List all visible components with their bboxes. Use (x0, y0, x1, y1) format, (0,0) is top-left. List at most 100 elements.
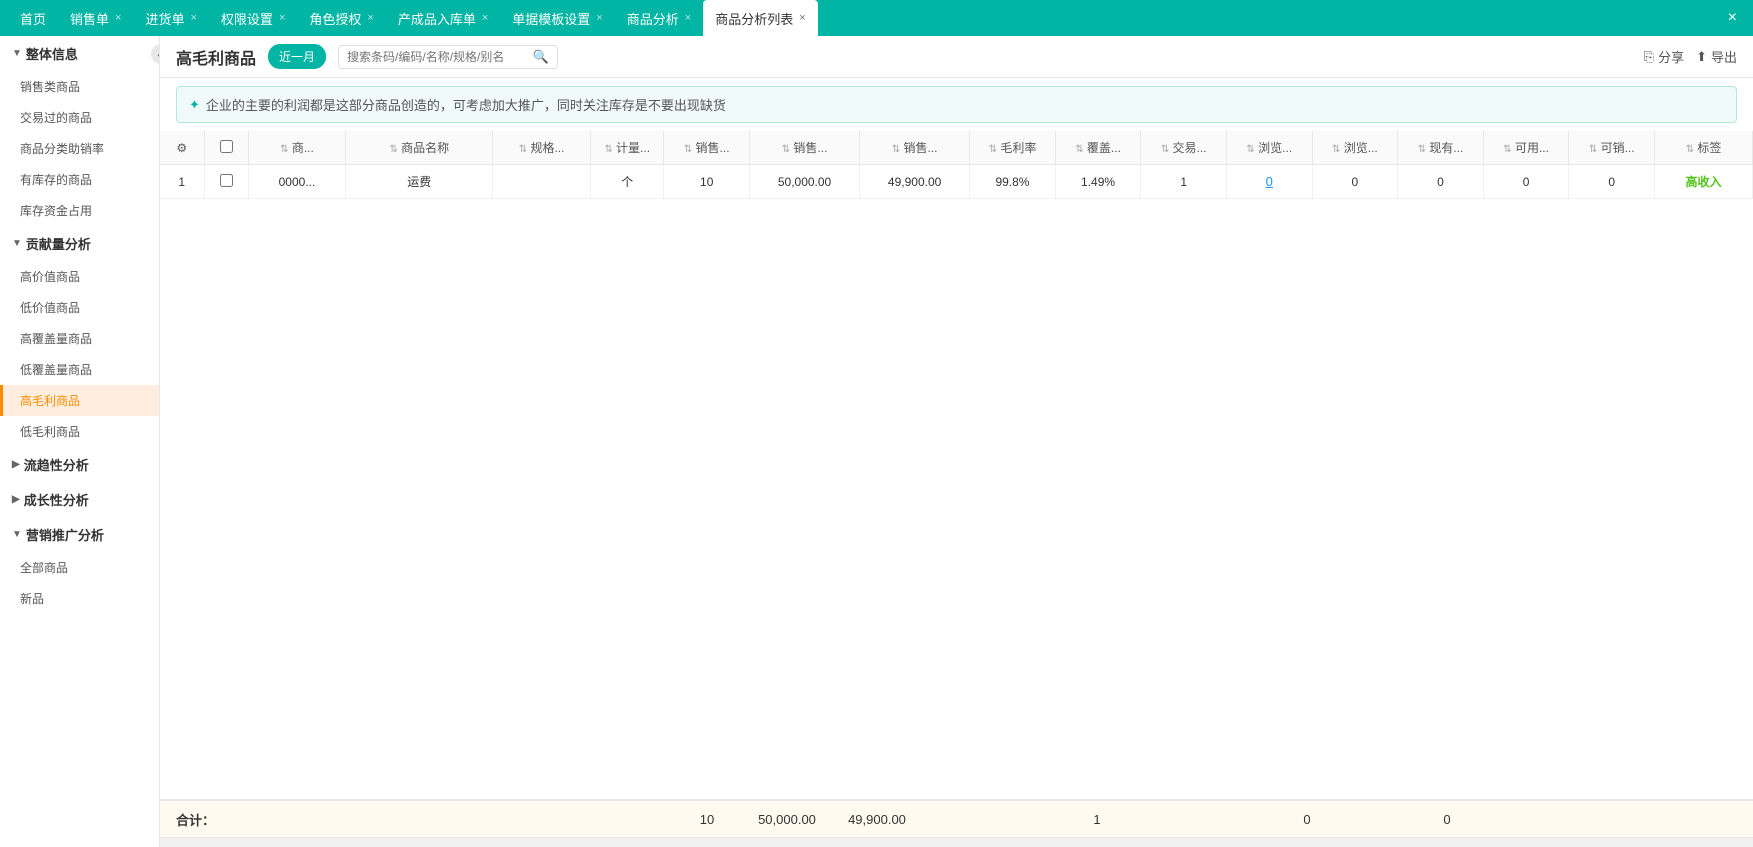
col-unit[interactable]: ⇅ 计量... (591, 131, 664, 165)
search-input[interactable] (347, 50, 527, 64)
cell-browse2: 0 (1312, 165, 1398, 199)
cell-sellable: 0 (1569, 165, 1655, 199)
row-checkbox[interactable] (220, 174, 233, 187)
header-actions: ⎘ 分享 ⬆ 导出 (1644, 47, 1737, 66)
search-icon: 🔍 (533, 49, 549, 65)
search-box: 🔍 (338, 45, 558, 69)
top-nav: 首页销售单×进货单×权限设置×角色授权×产成品入库单×单据模板设置×商品分析×商… (0, 0, 1753, 36)
col-trade[interactable]: ⇅ 交易... (1141, 131, 1227, 165)
col-tag[interactable]: ⇅ 标签 (1655, 131, 1753, 165)
nav-tab-销售单[interactable]: 销售单× (58, 0, 133, 36)
col-name[interactable]: ⇅ 商品名称 (346, 131, 493, 165)
sidebar-item-新品[interactable]: 新品 (0, 583, 159, 614)
sidebar-item-全部商品[interactable]: 全部商品 (0, 552, 159, 583)
table-footer: 合计： 10 50,000.00 49,900.00 (160, 799, 1753, 837)
close-all-button[interactable]: × (1720, 9, 1745, 27)
page-title: 高毛利商品 (176, 45, 256, 69)
cell-spec (493, 165, 591, 199)
cell-name: 运费 (346, 165, 493, 199)
content-area: 高毛利商品 近一月 🔍 ⎘ 分享 ⬆ 导出 ✦ 企业的主要的利润都是这部分商品创… (160, 36, 1753, 847)
cell-sales_amt: 50,000.00 (750, 165, 860, 199)
nav-tab-商品分析列表[interactable]: 商品分析列表× (703, 0, 817, 36)
sidebar-item-低覆盖量商品[interactable]: 低覆盖量商品 (0, 354, 159, 385)
data-table: ⚙⇅ 商...⇅ 商品名称⇅ 规格...⇅ 计量...⇅ 销售...⇅ 销售..… (160, 131, 1753, 199)
col-browse1[interactable]: ⇅ 浏览... (1226, 131, 1312, 165)
col-checkbox[interactable] (204, 131, 248, 165)
sidebar-item-低毛利商品[interactable]: 低毛利商品 (0, 416, 159, 447)
tab-close-icon[interactable]: × (115, 12, 121, 24)
cell-code: 0000... (248, 165, 346, 199)
nav-tab-首页[interactable]: 首页 (8, 0, 58, 36)
export-icon: ⬆ (1696, 49, 1707, 65)
sidebar-section-成长性分析[interactable]: ▶成长性分析 (0, 482, 159, 517)
cell-cover: 1.49% (1055, 165, 1141, 199)
info-icon: ✦ (189, 97, 200, 113)
nav-tab-权限设置[interactable]: 权限设置× (209, 0, 297, 36)
col-stock2[interactable]: ⇅ 可用... (1483, 131, 1569, 165)
sidebar-item-商品分类助销率[interactable]: 商品分类助销率 (0, 133, 159, 164)
cell-unit: 个 (591, 165, 664, 199)
export-button[interactable]: ⬆ 导出 (1696, 47, 1737, 66)
col-browse2[interactable]: ⇅ 浏览... (1312, 131, 1398, 165)
sidebar-item-交易过的商品[interactable]: 交易过的商品 (0, 102, 159, 133)
select-all-checkbox[interactable] (220, 140, 233, 153)
footer-sales-profit: 49,900.00 (832, 812, 922, 827)
nav-tab-商品分析[interactable]: 商品分析× (615, 0, 703, 36)
share-button[interactable]: ⎘ 分享 (1644, 47, 1684, 66)
nav-tab-单据模板设置[interactable]: 单据模板设置× (500, 0, 614, 36)
col-spec[interactable]: ⇅ 规格... (493, 131, 591, 165)
tab-close-icon[interactable]: × (367, 12, 373, 24)
sidebar-section-整体信息[interactable]: ▼整体信息 (0, 36, 159, 71)
sidebar-section-流趋性分析[interactable]: ▶流趋性分析 (0, 447, 159, 482)
nav-tab-进货单[interactable]: 进货单× (133, 0, 208, 36)
col-sellable[interactable]: ⇅ 可销... (1569, 131, 1655, 165)
table-container: ⚙⇅ 商...⇅ 商品名称⇅ 规格...⇅ 计量...⇅ 销售...⇅ 销售..… (160, 131, 1753, 799)
col-stock1[interactable]: ⇅ 现有... (1398, 131, 1484, 165)
col-settings[interactable]: ⚙ (160, 131, 204, 165)
cell-browse1[interactable]: 0 (1226, 165, 1312, 199)
footer-trade: 1 (1062, 812, 1132, 827)
tab-close-icon[interactable]: × (279, 12, 285, 24)
col-sales_profit[interactable]: ⇅ 销售... (860, 131, 970, 165)
sidebar-section-营销推广分析[interactable]: ▼营销推广分析 (0, 517, 159, 552)
nav-tab-产成品入库单[interactable]: 产成品入库单× (386, 0, 500, 36)
col-gross_rate[interactable]: ⇅ 毛利率 (970, 131, 1056, 165)
sidebar-item-低价值商品[interactable]: 低价值商品 (0, 292, 159, 323)
col-code[interactable]: ⇅ 商... (248, 131, 346, 165)
sidebar-item-有库存的商品[interactable]: 有库存的商品 (0, 164, 159, 195)
filter-recent-month-button[interactable]: 近一月 (268, 44, 326, 69)
footer-sellable: 0 (1412, 812, 1482, 827)
footer-sales-amt: 50,000.00 (742, 812, 832, 827)
cell-gross_rate: 99.8% (970, 165, 1056, 199)
cell-sales_qty: 10 (664, 165, 750, 199)
tab-close-icon[interactable]: × (799, 12, 805, 24)
tab-close-icon[interactable]: × (482, 12, 488, 24)
col-sales_amt[interactable]: ⇅ 销售... (750, 131, 860, 165)
footer-sales-qty: 10 (672, 812, 742, 827)
footer-stock1: 0 (1272, 812, 1342, 827)
sidebar: « ▼整体信息销售类商品交易过的商品商品分类助销率有库存的商品库存资金占用▼贡献… (0, 36, 160, 847)
main-layout: « ▼整体信息销售类商品交易过的商品商品分类助销率有库存的商品库存资金占用▼贡献… (0, 36, 1753, 847)
sidebar-section-贡献量分析[interactable]: ▼贡献量分析 (0, 226, 159, 261)
col-sales_qty[interactable]: ⇅ 销售... (664, 131, 750, 165)
sidebar-item-高价值商品[interactable]: 高价值商品 (0, 261, 159, 292)
tab-close-icon[interactable]: × (596, 12, 602, 24)
sidebar-item-销售类商品[interactable]: 销售类商品 (0, 71, 159, 102)
sidebar-item-库存资金占用[interactable]: 库存资金占用 (0, 195, 159, 226)
sidebar-item-高毛利商品[interactable]: 高毛利商品 (0, 385, 159, 416)
tab-close-icon[interactable]: × (685, 12, 691, 24)
col-cover[interactable]: ⇅ 覆盖... (1055, 131, 1141, 165)
cell-tag: 高收入 (1655, 165, 1753, 199)
cell-trade: 1 (1141, 165, 1227, 199)
cell-sales_profit: 49,900.00 (860, 165, 970, 199)
footer-cells: 10 50,000.00 49,900.00 1 0 0 (256, 812, 1737, 827)
sidebar-item-高覆盖量商品[interactable]: 高覆盖量商品 (0, 323, 159, 354)
share-icon: ⎘ (1644, 49, 1654, 65)
cell-stock1: 0 (1398, 165, 1484, 199)
bottom-scrollbar[interactable] (160, 837, 1753, 847)
cell-checkbox[interactable] (204, 165, 248, 199)
tab-close-icon[interactable]: × (190, 12, 196, 24)
footer-label: 合计： (176, 810, 256, 829)
cell-stock2: 0 (1483, 165, 1569, 199)
nav-tab-角色授权[interactable]: 角色授权× (297, 0, 385, 36)
